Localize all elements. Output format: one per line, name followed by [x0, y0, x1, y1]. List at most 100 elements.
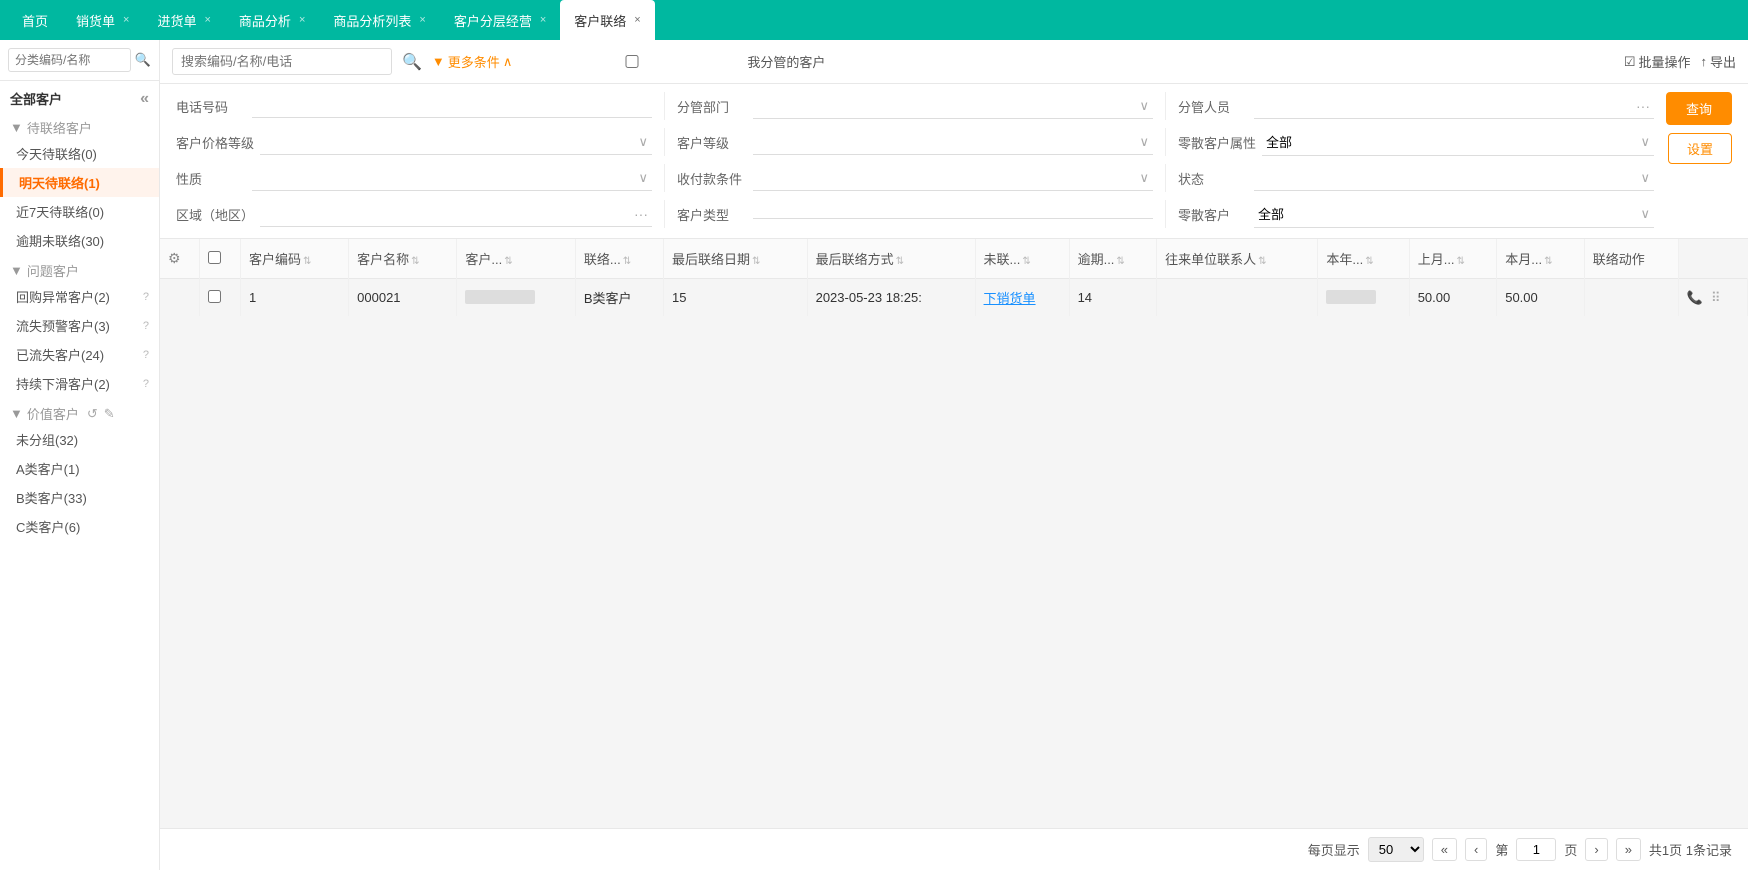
prev-page-button[interactable]: ‹	[1465, 838, 1487, 861]
sidebar-item-7days-pending[interactable]: 近7天待联络(0)	[0, 197, 159, 226]
sidebar-item-abnormal-repurchase[interactable]: 回购异常客户(2) ?	[0, 282, 159, 311]
help-churned-icon[interactable]: ?	[143, 349, 149, 361]
customer-level-select[interactable]: ∨	[753, 130, 1153, 155]
close-analysis-icon[interactable]: ×	[299, 14, 305, 26]
sidebar-collapse-icon[interactable]: «	[140, 90, 149, 108]
batch-operation-button[interactable]: ☑ 批量操作	[1624, 52, 1691, 71]
row-checkbox-input[interactable]	[208, 290, 221, 303]
first-page-button[interactable]: «	[1432, 838, 1457, 861]
sidebar-search-input[interactable]	[8, 48, 131, 72]
price-level-select[interactable]: ∨	[260, 130, 652, 155]
sort-this-month-icon[interactable]: ⇅	[1544, 256, 1552, 267]
nav-item-analysis-list[interactable]: 商品分析列表 ×	[319, 0, 439, 40]
last-page-button[interactable]: »	[1616, 838, 1641, 861]
next-page-button[interactable]: ›	[1585, 838, 1607, 861]
page-size-select[interactable]: 50 100 200	[1368, 837, 1424, 862]
help-churn-warning-icon[interactable]: ?	[143, 320, 149, 332]
retail-customer-label: 零散客户	[1178, 205, 1248, 224]
nav-item-customer-segment[interactable]: 客户分层经营 ×	[440, 0, 560, 40]
filter-search-icon[interactable]: 🔍	[402, 52, 422, 72]
close-customer-segment-icon[interactable]: ×	[540, 14, 546, 26]
nav-item-purchase[interactable]: 进货单 ×	[143, 0, 224, 40]
retail-attr-select[interactable]: 全部 ∨	[1262, 128, 1654, 156]
person-select[interactable]: ···	[1254, 94, 1654, 119]
advanced-filter-panel: 电话号码 分管部门 ∨ 分管人员	[160, 84, 1748, 239]
sidebar-group-pending: ▼ 待联络客户	[0, 112, 159, 139]
action-more-icon[interactable]: ⠿	[1711, 290, 1721, 306]
sidebar-item-ungrouped[interactable]: 未分组(32)	[0, 425, 159, 454]
sort-code-icon[interactable]: ⇅	[303, 256, 311, 267]
nature-select[interactable]: ∨	[252, 166, 652, 191]
sort-last-month-icon[interactable]: ⇅	[1457, 256, 1465, 267]
my-customers-checkbox[interactable]	[522, 55, 742, 68]
my-customers-checkbox-label[interactable]: 我分管的客户	[522, 52, 825, 71]
close-analysis-list-icon[interactable]: ×	[419, 14, 425, 26]
nav-item-customer-contact[interactable]: 客户联络 ×	[560, 0, 654, 40]
row-contact-person	[1318, 279, 1409, 317]
help-declining-icon[interactable]: ?	[143, 378, 149, 390]
sort-this-year-icon[interactable]: ⇅	[1365, 256, 1373, 267]
sort-person-icon[interactable]: ⇅	[1258, 256, 1266, 267]
set-button[interactable]: 设置	[1668, 133, 1732, 164]
sort-no-contact-icon[interactable]: ⇅	[1022, 256, 1030, 267]
table-wrapper: ⚙ 客户编码⇅ 客户名称⇅ 客户...⇅ 联络...⇅ 最后联络日期⇅ 最后联络…	[160, 239, 1748, 828]
nature-chevron-icon: ∨	[638, 170, 648, 186]
customer-type-select[interactable]	[753, 210, 1153, 219]
divider-4	[1165, 128, 1166, 156]
sidebar-item-a-class[interactable]: A类客户(1)	[0, 454, 159, 483]
payment-select[interactable]: ∨	[753, 166, 1153, 191]
sidebar-item-churn-warning[interactable]: 流失预警客户(3) ?	[0, 311, 159, 340]
phone-input[interactable]	[252, 94, 652, 118]
help-abnormal-icon[interactable]: ?	[143, 291, 149, 303]
sort-type-icon[interactable]: ⇅	[504, 256, 512, 267]
search-input[interactable]	[172, 48, 392, 75]
person-dots-icon[interactable]: ···	[1636, 98, 1650, 114]
row-last-contact-date: 2023-05-23 18:25:	[807, 279, 975, 317]
sidebar-item-tomorrow-pending[interactable]: 明天待联络(1)	[0, 168, 159, 197]
select-all-checkbox[interactable]	[208, 251, 221, 264]
retail-customer-select[interactable]: 全部 ∨	[1254, 200, 1654, 228]
sidebar-item-b-class[interactable]: B类客户(33)	[0, 483, 159, 512]
close-sales-icon[interactable]: ×	[123, 14, 129, 26]
row-last-contact-method: 下销货单	[975, 279, 1069, 317]
sidebar-item-overdue-contact[interactable]: 逾期未联络(30)	[0, 226, 159, 255]
sidebar-item-today-pending[interactable]: 今天待联络(0)	[0, 139, 159, 168]
sidebar-search-icon[interactable]: 🔍	[135, 52, 151, 68]
phone-label: 电话号码	[176, 97, 246, 116]
close-customer-contact-icon[interactable]: ×	[634, 14, 640, 26]
nav-item-sales[interactable]: 销货单 ×	[62, 0, 143, 40]
sort-contact-count-icon[interactable]: ⇅	[623, 256, 631, 267]
refresh-value-icon[interactable]: ↺	[87, 406, 98, 422]
status-select[interactable]: ∨	[1254, 166, 1654, 191]
nav-item-home[interactable]: 首页	[8, 0, 62, 40]
col-contact-count: 联络...⇅	[575, 239, 663, 279]
region-select[interactable]: ···	[260, 202, 652, 227]
page-input[interactable]	[1516, 838, 1556, 861]
close-purchase-icon[interactable]: ×	[204, 14, 210, 26]
query-button[interactable]: 查询	[1666, 92, 1732, 125]
sidebar-item-churned[interactable]: 已流失客户(24) ?	[0, 340, 159, 369]
sort-date-icon[interactable]: ⇅	[752, 256, 760, 267]
dept-select[interactable]: ∨	[753, 94, 1153, 119]
region-dots-icon[interactable]: ···	[634, 206, 648, 222]
more-conditions-button[interactable]: ▼ 更多条件 ∧	[432, 52, 512, 71]
export-button[interactable]: ↑ 导出	[1700, 52, 1736, 71]
filter-cell-person: 分管人员 ···	[1178, 94, 1654, 119]
nav-item-analysis[interactable]: 商品分析 ×	[225, 0, 319, 40]
sidebar-item-declining[interactable]: 持续下滑客户(2) ?	[0, 369, 159, 398]
triangle-value-icon: ▼	[10, 406, 23, 421]
sidebar-item-c-class[interactable]: C类客户(6)	[0, 512, 159, 541]
retail-attr-label: 零散客户属性	[1178, 133, 1256, 152]
sort-name-icon[interactable]: ⇅	[411, 256, 419, 267]
sort-overdue-icon[interactable]: ⇅	[1116, 256, 1124, 267]
filter-row-4: 区域（地区） ··· 客户类型	[176, 200, 1654, 228]
col-this-month: 本月...⇅	[1497, 239, 1585, 279]
contact-method-link[interactable]: 下销货单	[984, 291, 1036, 306]
filter-row-3: 性质 ∨ 收付款条件 ∨	[176, 164, 1654, 192]
settings-gear-icon[interactable]: ⚙	[168, 250, 181, 266]
edit-value-icon[interactable]: ✎	[104, 406, 115, 422]
action-phone-icon[interactable]: 📞	[1687, 290, 1703, 306]
sort-method-icon[interactable]: ⇅	[896, 256, 904, 267]
status-label: 状态	[1178, 169, 1248, 188]
filter-cell-price-level: 客户价格等级 ∨	[176, 130, 652, 155]
